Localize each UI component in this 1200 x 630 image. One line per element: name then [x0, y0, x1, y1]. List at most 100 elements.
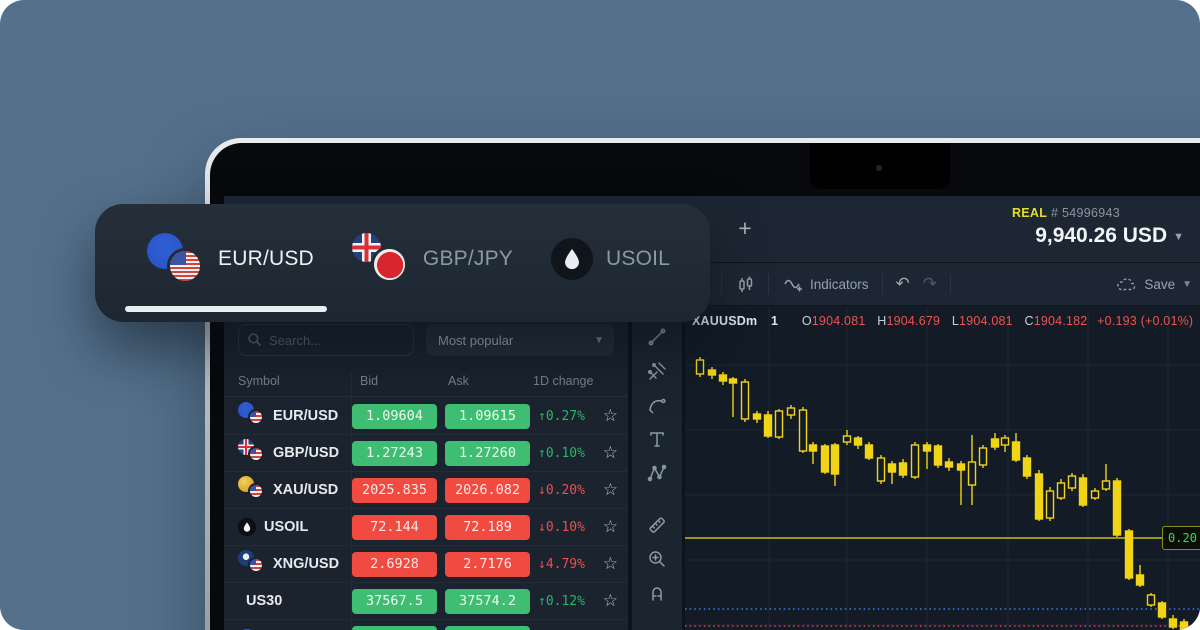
undo-button[interactable]: ↶ [896, 274, 910, 294]
account-meta: REAL # 54996943 [964, 206, 1184, 222]
drawing-tools-rail [632, 308, 682, 630]
terminal-content: Most popular ▼ Symbol Bid Ask 1D change … [224, 308, 1200, 630]
gbp-jpy-pair-flags-icon [352, 233, 410, 285]
daily-change: ↓4.79% [538, 557, 602, 572]
text-tool-icon[interactable] [632, 422, 682, 456]
chevron-down-icon: ▼ [594, 335, 604, 346]
daily-change: ↑0.27% [538, 409, 602, 424]
price-level-tag: 0.20 [1162, 526, 1200, 550]
account-type-badge: REAL [1012, 206, 1047, 220]
toolbar-divider [768, 274, 769, 294]
account-balance: 9,940.26 USD▼ [964, 223, 1184, 249]
daily-change: ↓0.20% [538, 483, 602, 498]
active-tab-underline [125, 306, 327, 312]
ruler-tool-icon[interactable] [632, 508, 682, 542]
symbol-cell: XAU/USD [238, 476, 352, 504]
symbol-label: XAU/USD [273, 482, 338, 498]
webcam-dot [876, 165, 882, 171]
bid-price-button[interactable]: 1.27243 [352, 441, 437, 466]
favorite-star-icon[interactable]: ☆ [603, 406, 618, 426]
symbol-cell: XNG/USD [238, 550, 352, 578]
watchlist-row-eur-usd[interactable]: EUR/USD 1.09604 1.09615 ↑0.27%☆ [224, 398, 628, 435]
pitchfork-tool-icon[interactable] [632, 354, 682, 388]
chart-timeframe: 1 [771, 314, 778, 328]
symbol-label: USOIL [264, 519, 308, 535]
watchlist-row-gbp-usd[interactable]: GBP/USD 1.27243 1.27260 ↑0.10%☆ [224, 435, 628, 472]
oil-drop-icon [551, 238, 593, 280]
ohlc-readout: XAUUSDm 1 O1904.081 H1904.679 L1904.081 … [692, 314, 1193, 328]
magnet-tool-icon[interactable] [632, 576, 682, 610]
toolbar-divider [882, 274, 883, 294]
bid-price-button[interactable] [352, 626, 437, 630]
symbol-cell: EUR/USD [238, 402, 352, 430]
tab-usoil[interactable]: USOIL [551, 238, 670, 280]
ask-price-button[interactable]: 1.09615 [445, 404, 530, 429]
ask-price-button[interactable]: 37574.2 [445, 589, 530, 614]
watchlist-rows: EUR/USD1.096041.09615↑0.27%☆GBP/USD1.272… [224, 398, 628, 630]
oil-drop-icon [238, 518, 256, 536]
line-tool-icon[interactable] [632, 320, 682, 354]
watchlist-row-xau-usd[interactable]: XAU/USD 2025.835 2026.082 ↓0.20%☆ [224, 472, 628, 509]
webcam-notch [810, 143, 950, 189]
symbol-cell: US30 [238, 593, 352, 609]
watchlist-row-usoil[interactable]: USOIL 72.144 72.189 ↓0.10%☆ [224, 509, 628, 546]
indicators-button[interactable]: Indicators [782, 274, 869, 294]
watchlist-column-headers: Symbol Bid Ask 1D change [224, 356, 628, 397]
zoom-in-tool-icon[interactable] [632, 542, 682, 576]
watchlist-row-us30[interactable]: US30 37567.5 37574.2 ↑0.12%☆ [224, 583, 628, 620]
watchlist-filter-select[interactable]: Most popular ▼ [426, 324, 614, 356]
eur-usd-pair-flags-icon [147, 233, 205, 285]
watchlist-row-partial[interactable] [224, 620, 628, 630]
daily-change: ↑0.12% [538, 594, 602, 609]
symbol-cell: GBP/USD [238, 439, 352, 467]
pattern-tool-icon[interactable] [632, 456, 682, 490]
symbol-label: US30 [246, 593, 282, 609]
tab-gbpjpy[interactable]: GBP/JPY [352, 233, 513, 285]
symbol-label: GBP/USD [273, 445, 339, 461]
ask-price-button[interactable] [445, 626, 530, 630]
toolbar-divider [950, 274, 951, 294]
watchlist-row-xng-usd[interactable]: XNG/USD 2.6928 2.7176 ↓4.79%☆ [224, 546, 628, 583]
ask-price-button[interactable]: 72.189 [445, 515, 530, 540]
bid-price-button[interactable]: 72.144 [352, 515, 437, 540]
candlestick-chart [685, 308, 1200, 630]
save-button[interactable]: Save ▼ [1116, 276, 1192, 292]
xau-usd-pair-flags-icon [238, 476, 265, 504]
new-chart-tab-button[interactable]: + [730, 213, 760, 243]
redo-button[interactable]: ↷ [923, 274, 937, 294]
favorite-star-icon[interactable]: ☆ [603, 443, 618, 463]
search-input[interactable] [238, 324, 414, 356]
account-switcher[interactable]: REAL # 54996943 9,940.26 USD▼ [964, 206, 1184, 249]
instrument-tabs-overlay: EUR/USD GBP/JPY USOIL [95, 204, 710, 322]
favorite-star-icon[interactable]: ☆ [603, 591, 618, 611]
daily-change: ↑0.10% [538, 446, 602, 461]
favorite-star-icon[interactable]: ☆ [603, 517, 618, 537]
gbp-usd-pair-flags-icon [238, 439, 265, 467]
watchlist-panel: Most popular ▼ Symbol Bid Ask 1D change … [224, 308, 628, 630]
tab-eurusd[interactable]: EUR/USD [147, 233, 314, 285]
symbol-label: XNG/USD [273, 556, 339, 572]
toolbar-divider [721, 274, 722, 294]
chart-canvas[interactable]: XAUUSDm 1 O1904.081 H1904.679 L1904.081 … [685, 308, 1200, 630]
eur-usd-pair-flags-icon [238, 402, 265, 430]
bid-price-button[interactable]: 1.09604 [352, 404, 437, 429]
symbol-cell: USOIL [238, 518, 352, 536]
bid-price-button[interactable]: 2.6928 [352, 552, 437, 577]
search-icon [247, 332, 262, 352]
daily-change: ↓0.10% [538, 520, 602, 535]
chart-type-candles-icon[interactable] [735, 274, 755, 294]
bid-price-button[interactable]: 2025.835 [352, 478, 437, 503]
chart-change: +0.193 (+0.01%) [1097, 314, 1193, 328]
ask-price-button[interactable]: 1.27260 [445, 441, 530, 466]
favorite-star-icon[interactable]: ☆ [603, 554, 618, 574]
brush-tool-icon[interactable] [632, 388, 682, 422]
chevron-down-icon: ▼ [1173, 231, 1184, 243]
favorite-star-icon[interactable]: ☆ [603, 480, 618, 500]
page-background: + REAL # 54996943 9,940.26 USD▼ m [0, 0, 1200, 630]
ask-price-button[interactable]: 2.7176 [445, 552, 530, 577]
account-number: # 54996943 [1051, 206, 1120, 220]
symbol-label: EUR/USD [273, 408, 338, 424]
ask-price-button[interactable]: 2026.082 [445, 478, 530, 503]
cloud-icon [1116, 276, 1137, 292]
bid-price-button[interactable]: 37567.5 [352, 589, 437, 614]
